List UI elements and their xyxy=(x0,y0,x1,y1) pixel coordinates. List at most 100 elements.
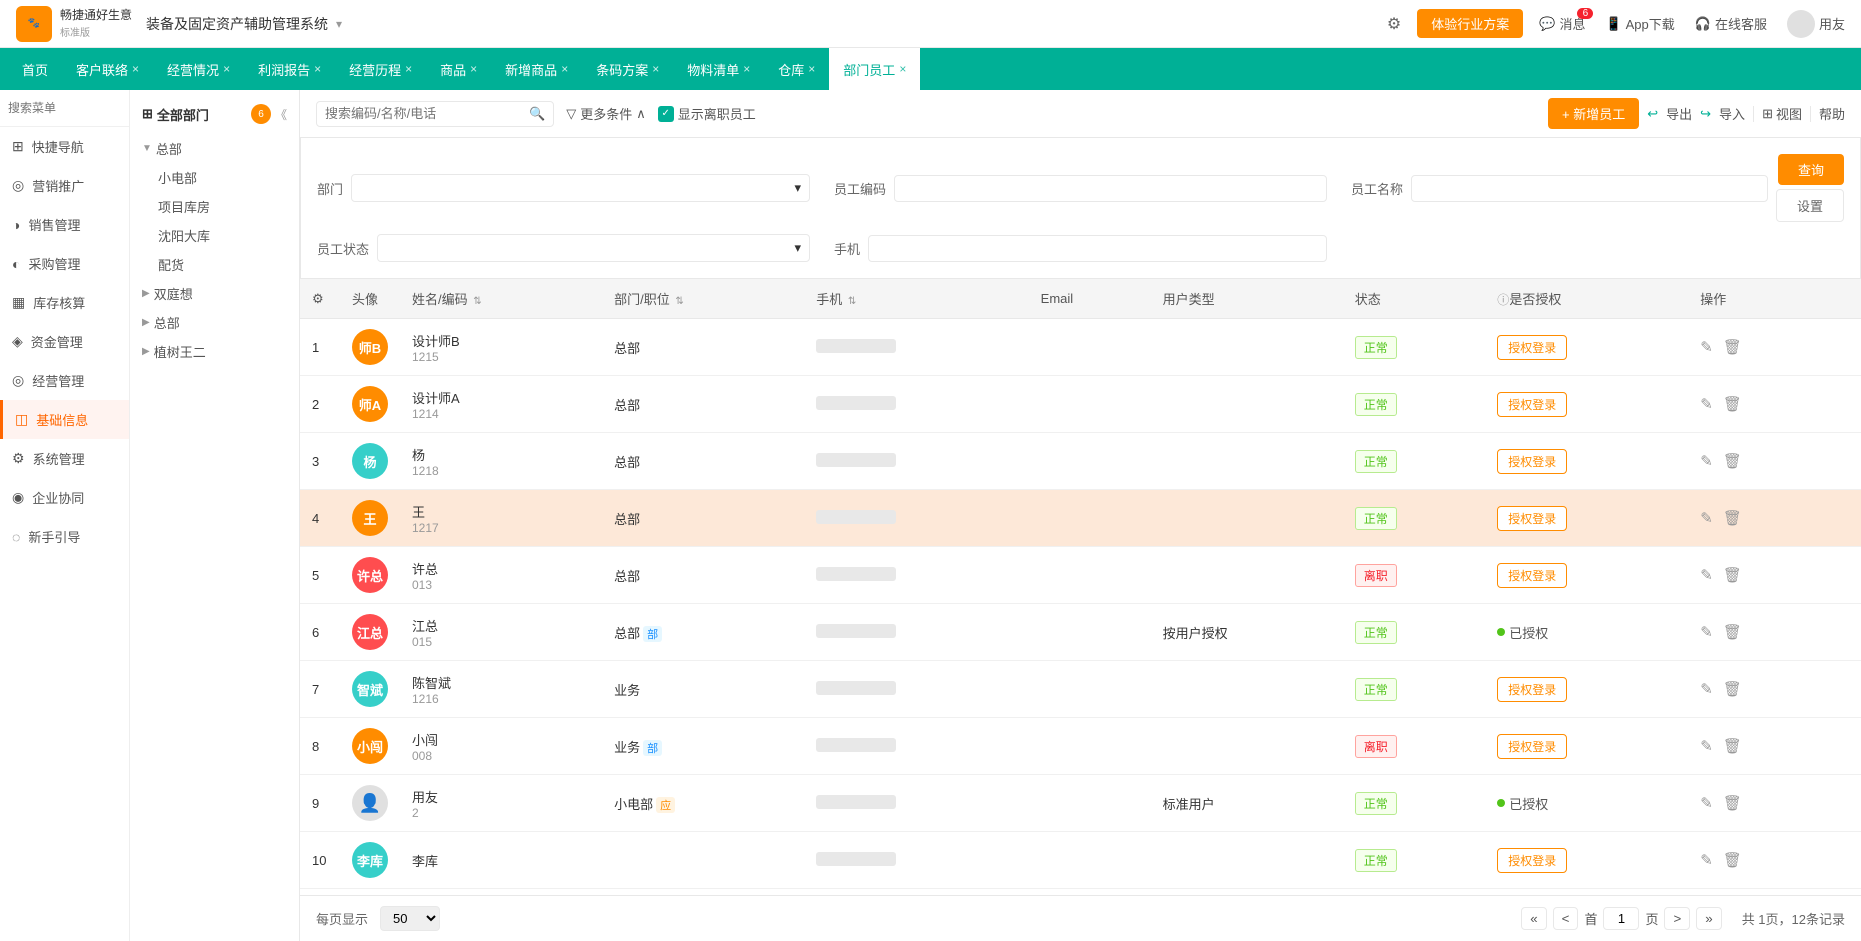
gear-icon[interactable]: ⚙ xyxy=(1387,14,1401,34)
auth-button[interactable]: 授权登录 xyxy=(1497,449,1567,474)
phone-input[interactable] xyxy=(868,235,1327,262)
dept-item-project[interactable]: 项目库房 xyxy=(130,192,299,221)
edit-icon[interactable]: ✎ xyxy=(1700,794,1713,812)
nav-close-icon[interactable]: × xyxy=(223,62,230,76)
nav-close-icon[interactable]: × xyxy=(405,62,412,76)
delete-icon[interactable]: 🗑 xyxy=(1723,623,1742,641)
col-name[interactable]: 姓名/编码 ⇅ xyxy=(400,279,602,319)
auth-button[interactable]: 授权登录 xyxy=(1497,563,1567,588)
filter-set-button[interactable]: 设置 xyxy=(1776,189,1844,222)
import-button[interactable]: 导入 xyxy=(1719,104,1745,123)
nav-item-商品[interactable]: 商品× xyxy=(426,48,491,90)
delete-icon[interactable]: 🗑 xyxy=(1723,395,1742,413)
collapse-icon[interactable]: 《 xyxy=(275,106,287,123)
col-phone[interactable]: 手机 ⇅ xyxy=(804,279,1028,319)
next-page-button[interactable]: > xyxy=(1664,907,1690,930)
edit-icon[interactable]: ✎ xyxy=(1700,452,1713,470)
sidebar-item-operation[interactable]: ◎经营管理 xyxy=(0,361,129,400)
edit-icon[interactable]: ✎ xyxy=(1700,338,1713,356)
dept-collapse-button[interactable]: 6 xyxy=(251,104,271,124)
dept-group-header-zongbu[interactable]: ▶ 总部 xyxy=(130,308,299,337)
nav-close-icon[interactable]: × xyxy=(808,62,815,76)
col-settings[interactable]: ⚙ xyxy=(300,279,340,319)
sidebar-item-guide[interactable]: ◌新手引导 xyxy=(0,517,129,556)
dept-item-xiaodian[interactable]: 小电部 xyxy=(130,163,299,192)
edit-icon[interactable]: ✎ xyxy=(1700,851,1713,869)
export-button[interactable]: 导出 xyxy=(1666,104,1692,123)
delete-icon[interactable]: 🗑 xyxy=(1723,680,1742,698)
nav-item-物料清单[interactable]: 物料清单× xyxy=(673,48,764,90)
edit-icon[interactable]: ✎ xyxy=(1700,623,1713,641)
col-dept[interactable]: 部门/职位 ⇅ xyxy=(602,279,804,319)
first-page-button[interactable]: « xyxy=(1521,907,1546,930)
page-number-input[interactable] xyxy=(1603,907,1639,930)
nav-item-仓库[interactable]: 仓库× xyxy=(764,48,829,90)
dept-group-header-shuangting[interactable]: ▶ 双庭想 xyxy=(130,279,299,308)
more-button[interactable]: 帮助 xyxy=(1819,104,1845,123)
edit-icon[interactable]: ✎ xyxy=(1700,509,1713,527)
sidebar-search-input[interactable] xyxy=(8,101,130,115)
sidebar-item-enterprise[interactable]: ◉企业协同 xyxy=(0,478,129,517)
nav-item-客户联络[interactable]: 客户联络× xyxy=(62,48,153,90)
online-service-action[interactable]: 🎧 在线客服 xyxy=(1695,14,1767,33)
sidebar-item-finance[interactable]: ◈资金管理 xyxy=(0,322,129,361)
filter-more-btn[interactable]: ▽ 更多条件 ∧ xyxy=(566,104,646,123)
auth-button[interactable]: 授权登录 xyxy=(1497,848,1567,873)
nav-close-icon[interactable]: × xyxy=(743,62,750,76)
trial-button[interactable]: 体验行业方案 xyxy=(1417,9,1523,38)
page-size-select[interactable]: 50 10 20 100 xyxy=(380,906,440,931)
sidebar-item-marketing[interactable]: ◎营销推广 xyxy=(0,166,129,205)
auth-button[interactable]: 授权登录 xyxy=(1497,392,1567,417)
dept-group-header-general[interactable]: ▼ 总部 xyxy=(130,134,299,163)
auth-button[interactable]: 授权登录 xyxy=(1497,335,1567,360)
delete-icon[interactable]: 🗑 xyxy=(1723,509,1742,527)
filter-search-button[interactable]: 查询 xyxy=(1778,154,1844,185)
edit-icon[interactable]: ✎ xyxy=(1700,395,1713,413)
edit-icon[interactable]: ✎ xyxy=(1700,680,1713,698)
nav-close-icon[interactable]: × xyxy=(132,62,139,76)
nav-close-icon[interactable]: × xyxy=(314,62,321,76)
dept-title-label[interactable]: 全部部门 xyxy=(157,105,209,124)
emp-name-input[interactable] xyxy=(1411,175,1768,202)
sidebar-item-basic[interactable]: ◫基础信息 xyxy=(0,400,129,439)
nav-item-经营历程[interactable]: 经营历程× xyxy=(335,48,426,90)
nav-close-icon[interactable]: × xyxy=(470,62,477,76)
add-employee-button[interactable]: + 新增员工 xyxy=(1548,98,1639,129)
delete-icon[interactable]: 🗑 xyxy=(1723,851,1742,869)
sidebar-item-system[interactable]: ⚙系统管理 xyxy=(0,439,129,478)
delete-icon[interactable]: 🗑 xyxy=(1723,452,1742,470)
view-button[interactable]: ⊞ 视图 xyxy=(1762,104,1802,123)
edit-icon[interactable]: ✎ xyxy=(1700,566,1713,584)
auth-button[interactable]: 授权登录 xyxy=(1497,734,1567,759)
dept-group-header-zhishu[interactable]: ▶ 植树王二 xyxy=(130,337,299,366)
search-input[interactable] xyxy=(325,106,525,121)
sidebar-item-purchase[interactable]: ◐采购管理 xyxy=(0,244,129,283)
sidebar-item-quick-nav[interactable]: ⊞快捷导航 xyxy=(0,127,129,166)
delete-icon[interactable]: 🗑 xyxy=(1723,338,1742,356)
message-action[interactable]: 💬 消息 6 xyxy=(1539,14,1585,33)
nav-item-首页[interactable]: 首页 xyxy=(8,48,62,90)
show-resigned-toggle[interactable]: ✓ 显示离职员工 xyxy=(658,104,756,123)
app-download-action[interactable]: 📱 App下载 xyxy=(1605,14,1674,33)
nav-item-利润报告[interactable]: 利润报告× xyxy=(244,48,335,90)
nav-close-icon[interactable]: × xyxy=(652,62,659,76)
nav-close-icon[interactable]: × xyxy=(899,62,906,76)
nav-item-经营情况[interactable]: 经营情况× xyxy=(153,48,244,90)
last-page-button[interactable]: » xyxy=(1696,907,1721,930)
delete-icon[interactable]: 🗑 xyxy=(1723,566,1742,584)
user-action[interactable]: 用友 xyxy=(1787,10,1845,38)
nav-item-部门员工[interactable]: 部门员工× xyxy=(829,48,920,90)
dept-item-shenyang[interactable]: 沈阳大库 xyxy=(130,221,299,250)
delete-icon[interactable]: 🗑 xyxy=(1723,737,1742,755)
auth-button[interactable]: 授权登录 xyxy=(1497,677,1567,702)
sidebar-item-inventory[interactable]: ▦库存核算 xyxy=(0,283,129,322)
edit-icon[interactable]: ✎ xyxy=(1700,737,1713,755)
nav-close-icon[interactable]: × xyxy=(561,62,568,76)
sidebar-item-sales[interactable]: ◑销售管理 xyxy=(0,205,129,244)
chevron-down-icon[interactable]: ▾ xyxy=(336,17,342,31)
dept-item-peihuo[interactable]: 配货 xyxy=(130,250,299,279)
nav-item-新增商品[interactable]: 新增商品× xyxy=(491,48,582,90)
search-icon[interactable]: 🔍 xyxy=(529,106,545,122)
emp-status-select[interactable]: ▾ xyxy=(377,234,810,262)
emp-code-input[interactable] xyxy=(894,175,1327,202)
